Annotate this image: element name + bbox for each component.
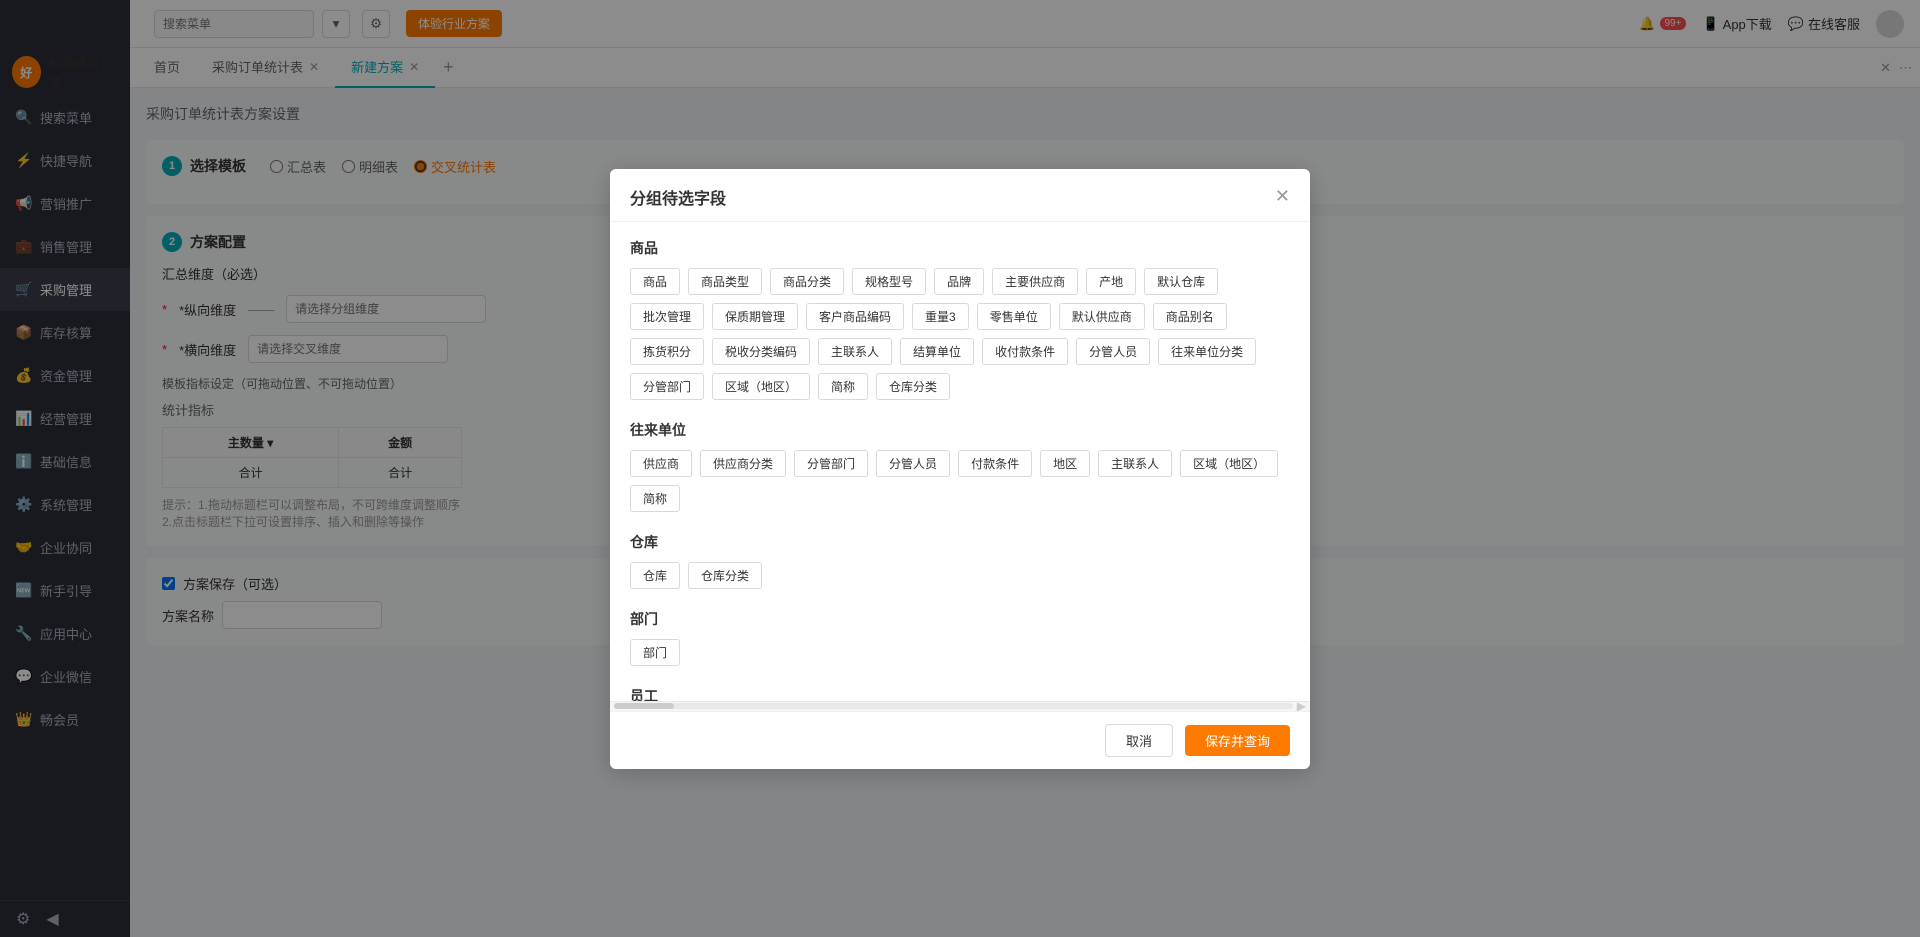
tag-counterpart-cat[interactable]: 往来单位分类: [1158, 338, 1256, 365]
tag-product-category[interactable]: 商品分类: [770, 268, 844, 295]
hscroll-thumb: [614, 703, 674, 709]
modal-footer: 取消 保存并查询: [610, 711, 1310, 769]
tag-short-name[interactable]: 简称: [818, 373, 868, 400]
tag-dept[interactable]: 分管部门: [630, 373, 704, 400]
tag-product-type[interactable]: 商品类型: [688, 268, 762, 295]
modal-hscrollbar[interactable]: ▶: [610, 701, 1310, 711]
tag-main-contact[interactable]: 主联系人: [818, 338, 892, 365]
tag-payment-terms[interactable]: 收付款条件: [982, 338, 1068, 365]
tag-default-supplier[interactable]: 默认供应商: [1059, 303, 1145, 330]
modal-body: 商品 商品 商品类型 商品分类 规格型号 品牌 主要供应商 产地 默认仓库 批次…: [610, 222, 1310, 701]
group-dept: 部门 部门: [630, 609, 1290, 666]
group-staff-title: 员工: [630, 686, 1290, 701]
group-counterpart: 往来单位 供应商 供应商分类 分管部门 分管人员 付款条件 地区 主联系人 区域…: [630, 420, 1290, 512]
tag-cp-area[interactable]: 区域（地区）: [1180, 450, 1278, 477]
tag-customer-code[interactable]: 客户商品编码: [806, 303, 904, 330]
modal-header: 分组待选字段 ✕: [610, 169, 1310, 222]
tag-supplier-cat[interactable]: 供应商分类: [700, 450, 786, 477]
tag-cp-contact[interactable]: 主联系人: [1098, 450, 1172, 477]
modal-title: 分组待选字段: [630, 185, 726, 209]
tag-retail-unit[interactable]: 零售单位: [977, 303, 1051, 330]
group-warehouse-title: 仓库: [630, 532, 1290, 552]
tag-settle-unit[interactable]: 结算单位: [900, 338, 974, 365]
tag-product-alias[interactable]: 商品别名: [1153, 303, 1227, 330]
tag-wh[interactable]: 仓库: [630, 562, 680, 589]
tag-main-supplier[interactable]: 主要供应商: [992, 268, 1078, 295]
tag-cp-region[interactable]: 地区: [1040, 450, 1090, 477]
tag-weight3[interactable]: 重量3: [912, 303, 969, 330]
group-staff: 员工 业务员: [630, 686, 1290, 701]
tag-pick-points[interactable]: 拣货积分: [630, 338, 704, 365]
tag-cp-dept[interactable]: 分管部门: [794, 450, 868, 477]
field-select-modal: 分组待选字段 ✕ 商品 商品 商品类型 商品分类 规格型号 品牌 主要供应商 产…: [610, 169, 1310, 769]
group-counterpart-tags: 供应商 供应商分类 分管部门 分管人员 付款条件 地区 主联系人 区域（地区） …: [630, 450, 1290, 512]
tag-supplier[interactable]: 供应商: [630, 450, 692, 477]
group-product-tags: 商品 商品类型 商品分类 规格型号 品牌 主要供应商 产地 默认仓库 批次管理 …: [630, 268, 1290, 400]
tag-cp-short[interactable]: 简称: [630, 485, 680, 512]
tag-batch-mgmt[interactable]: 批次管理: [630, 303, 704, 330]
tag-cp-supervisor[interactable]: 分管人员: [876, 450, 950, 477]
tag-dept-field[interactable]: 部门: [630, 639, 680, 666]
tag-shelf-life[interactable]: 保质期管理: [712, 303, 798, 330]
group-counterpart-title: 往来单位: [630, 420, 1290, 440]
tag-spec-model[interactable]: 规格型号: [852, 268, 926, 295]
tag-cp-payment[interactable]: 付款条件: [958, 450, 1032, 477]
cancel-button[interactable]: 取消: [1105, 724, 1173, 757]
modal-overlay: 分组待选字段 ✕ 商品 商品 商品类型 商品分类 规格型号 品牌 主要供应商 产…: [0, 0, 1920, 937]
group-product-title: 商品: [630, 238, 1290, 258]
tag-default-warehouse[interactable]: 默认仓库: [1144, 268, 1218, 295]
group-warehouse: 仓库 仓库 仓库分类: [630, 532, 1290, 589]
group-dept-title: 部门: [630, 609, 1290, 629]
modal-close-btn[interactable]: ✕: [1275, 186, 1290, 207]
tag-tax-code[interactable]: 税收分类编码: [712, 338, 810, 365]
tag-wh-cat[interactable]: 仓库分类: [688, 562, 762, 589]
group-warehouse-tags: 仓库 仓库分类: [630, 562, 1290, 589]
group-product: 商品 商品 商品类型 商品分类 规格型号 品牌 主要供应商 产地 默认仓库 批次…: [630, 238, 1290, 400]
tag-warehouse-cat[interactable]: 仓库分类: [876, 373, 950, 400]
group-dept-tags: 部门: [630, 639, 1290, 666]
tag-origin[interactable]: 产地: [1086, 268, 1136, 295]
confirm-button[interactable]: 保存并查询: [1185, 725, 1290, 756]
tag-supervisor[interactable]: 分管人员: [1076, 338, 1150, 365]
tag-region[interactable]: 区域（地区）: [712, 373, 810, 400]
tag-product[interactable]: 商品: [630, 268, 680, 295]
tag-brand[interactable]: 品牌: [934, 268, 984, 295]
